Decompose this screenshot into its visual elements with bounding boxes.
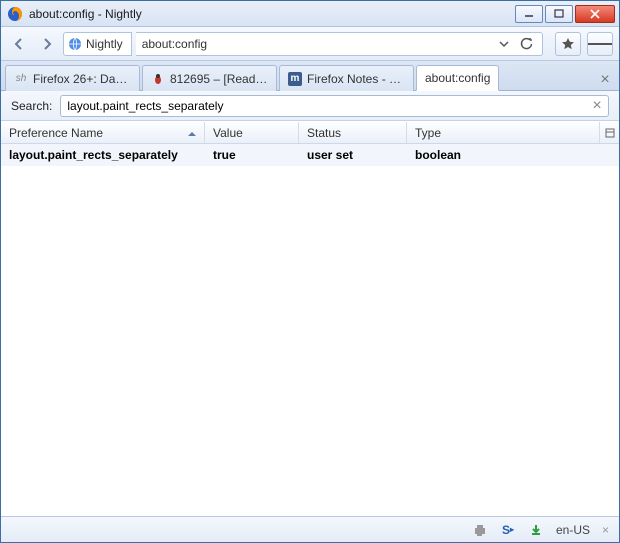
tab-strip: sh Firefox 26+: Darste... 812695 – [Read… [1, 61, 619, 91]
statusbar-close-icon[interactable]: × [602, 523, 609, 537]
search-label: Search: [11, 99, 52, 113]
menu-button[interactable] [587, 32, 613, 56]
status-bar: S▸ en-US × [1, 516, 619, 542]
table-row[interactable]: layout.paint_rects_separately true user … [1, 144, 619, 166]
search-bar: Search: × [1, 91, 619, 121]
url-text: about:config [142, 37, 207, 51]
globe-icon [68, 37, 82, 51]
history-dropdown-icon[interactable] [494, 39, 514, 49]
table-body: layout.paint_rects_separately true user … [1, 144, 619, 516]
prefs-table: Preference Name Value Status Type layout… [1, 121, 619, 516]
tab-1[interactable]: 812695 – [Read co... [142, 65, 277, 91]
col-type[interactable]: Type [407, 122, 599, 143]
tab-3[interactable]: about:config [416, 65, 499, 91]
tab-2[interactable]: m Firefox Notes - De... [279, 65, 414, 91]
download-icon[interactable] [528, 522, 544, 538]
tab-favicon: sh [14, 72, 28, 86]
column-picker-icon[interactable] [599, 122, 619, 143]
table-header: Preference Name Value Status Type [1, 122, 619, 144]
addon-icon[interactable] [472, 522, 488, 538]
reload-button[interactable] [516, 37, 536, 51]
cell-name: layout.paint_rects_separately [1, 148, 205, 162]
col-value[interactable]: Value [205, 122, 299, 143]
window-title: about:config - Nightly [29, 7, 515, 21]
clear-search-icon[interactable]: × [589, 98, 605, 114]
tab-label: Firefox Notes - De... [307, 72, 405, 86]
cell-type: boolean [407, 148, 619, 162]
maximize-button[interactable] [545, 5, 573, 23]
close-button[interactable] [575, 5, 615, 23]
col-preference-name[interactable]: Preference Name [1, 122, 205, 143]
nav-toolbar: Nightly about:config [1, 27, 619, 61]
m-icon: m [288, 72, 302, 86]
cell-value: true [205, 148, 299, 162]
bug-icon [151, 72, 165, 86]
url-bar[interactable]: about:config [136, 32, 543, 56]
tab-label: Firefox 26+: Darste... [33, 72, 131, 86]
cell-status: user set [299, 148, 407, 162]
identity-box[interactable]: Nightly [63, 32, 132, 56]
tabs-close-icon[interactable]: × [595, 70, 615, 90]
forward-button[interactable] [35, 32, 59, 56]
bookmark-button[interactable] [555, 32, 581, 56]
firefox-icon [7, 6, 23, 22]
identity-label: Nightly [86, 37, 123, 51]
window-titlebar: about:config - Nightly [1, 1, 619, 27]
col-status[interactable]: Status [299, 122, 407, 143]
search-input[interactable] [60, 95, 609, 117]
tab-0[interactable]: sh Firefox 26+: Darste... [5, 65, 140, 91]
locale-label: en-US [556, 523, 590, 537]
script-icon[interactable]: S▸ [500, 522, 516, 538]
tab-label: about:config [425, 71, 490, 85]
back-button[interactable] [7, 32, 31, 56]
minimize-button[interactable] [515, 5, 543, 23]
tab-label: 812695 – [Read co... [170, 72, 268, 86]
